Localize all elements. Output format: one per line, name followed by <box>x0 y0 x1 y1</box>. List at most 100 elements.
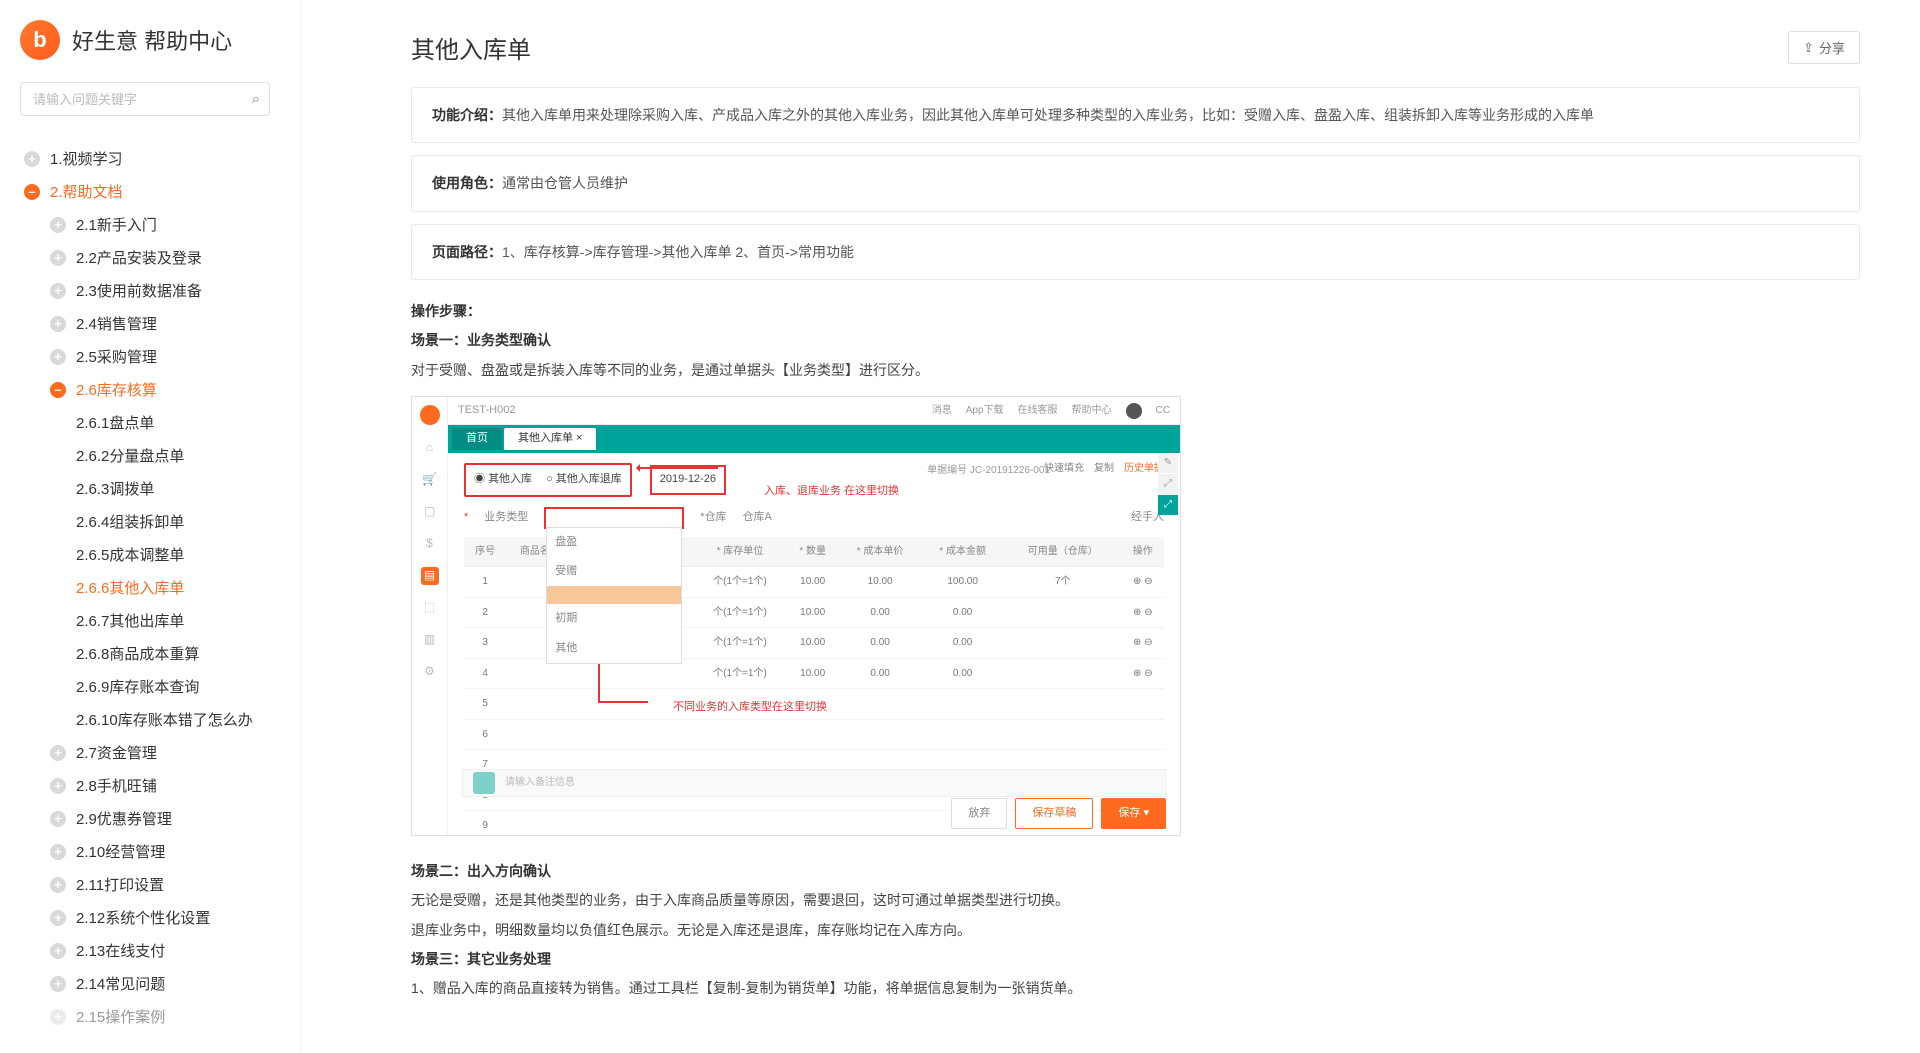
plus-icon: + <box>50 976 66 992</box>
radio-group: ◉ 其他入库 ○ 其他入库退库 <box>464 463 632 496</box>
cart-icon: 🛒 <box>421 471 439 489</box>
share-button[interactable]: ⇪分享 <box>1788 31 1860 64</box>
plus-icon: + <box>50 745 66 761</box>
nav-2-15[interactable]: +2.15操作案例 <box>20 1000 280 1033</box>
shot-tab-current: 其他入库单 × <box>504 428 596 450</box>
biz-type-select: 盘盈 受赠 初期 其他 <box>544 507 684 529</box>
dropdown-panel: 盘盈 受赠 初期 其他 <box>546 527 682 665</box>
chart-icon: ▥ <box>421 631 439 649</box>
table-row: 6 <box>464 719 1164 750</box>
gear-icon: ⚙ <box>421 663 439 681</box>
dollar-icon: $ <box>421 535 439 553</box>
nav-2-6-9[interactable]: 2.6.9库存账本查询 <box>20 670 280 703</box>
nav-l1-docs[interactable]: –2.帮助文档 <box>20 175 280 208</box>
nav-2-6-2[interactable]: 2.6.2分量盘点单 <box>20 439 280 472</box>
scene3-title: 场景三：其它业务处理 <box>411 951 551 967</box>
content-body: 操作步骤： 场景一：业务类型确认 对于受赠、盘盈或是拆装入库等不同的业务，是通过… <box>411 298 1860 1002</box>
nav-2-6[interactable]: –2.6库存核算 <box>20 373 280 406</box>
minus-icon: – <box>50 382 66 398</box>
btn-draft: 保存草稿 <box>1015 798 1093 829</box>
memo-icon <box>473 772 495 794</box>
logo-row: b 好生意 帮助中心 <box>20 20 300 60</box>
shot-logo-icon <box>420 405 440 425</box>
plus-icon: + <box>50 943 66 959</box>
nav-l1-video[interactable]: +1.视频学习 <box>20 142 280 175</box>
nav-2-7[interactable]: +2.7资金管理 <box>20 736 280 769</box>
avatar-icon <box>1126 403 1142 419</box>
shot-top-right: 消息 App下载 在线客服 帮助中心 CC <box>932 401 1170 421</box>
plus-icon: + <box>50 844 66 860</box>
nav-2-11[interactable]: +2.11打印设置 <box>20 868 280 901</box>
nav-2-4[interactable]: +2.4销售管理 <box>20 307 280 340</box>
shot-title: TEST-H002 <box>458 400 515 421</box>
nav-2-10[interactable]: +2.10经营管理 <box>20 835 280 868</box>
btn-save: 保存 ▾ <box>1101 798 1166 829</box>
nav-tree: +1.视频学习 –2.帮助文档 +2.1新手入门 +2.2产品安装及登录 +2.… <box>20 142 300 1033</box>
plus-icon: + <box>50 316 66 332</box>
nav-2-6-1[interactable]: 2.6.1盘点单 <box>20 406 280 439</box>
tool-icon: ✎ <box>1158 453 1178 473</box>
btn-cancel: 放弃 <box>951 798 1007 829</box>
card-path: 页面路径：1、库存核算->库存管理->其他入库单 2、首页->常用功能 <box>411 224 1860 280</box>
radio-out: ○ 其他入库退库 <box>546 469 622 490</box>
plus-icon: + <box>50 1009 66 1025</box>
card-role: 使用角色：通常由仓管人员维护 <box>411 155 1860 211</box>
plus-icon: + <box>50 910 66 926</box>
main-content: 其他入库单 ⇪分享 功能介绍：其他入库单用来处理除采购入库、产成品入库之外的其他… <box>300 0 1920 1053</box>
shot-tab-home: 首页 <box>452 428 502 450</box>
radio-in: ◉ 其他入库 <box>474 469 532 490</box>
search-icon[interactable]: ⌕ <box>252 91 260 108</box>
nav-2-13[interactable]: +2.13在线支付 <box>20 934 280 967</box>
memo-row: 请输入备注信息 <box>462 769 1166 797</box>
scene1-title: 场景一：业务类型确认 <box>411 332 551 348</box>
shot-action-buttons: 放弃 保存草稿 保存 ▾ <box>951 798 1166 829</box>
shot-app: App下载 <box>966 401 1004 421</box>
shot-tabs: 首页 其他入库单 × <box>412 425 1180 453</box>
plus-icon: + <box>50 283 66 299</box>
logo-icon: b <box>20 20 60 60</box>
search-input[interactable] <box>20 82 270 116</box>
shot-user: CC <box>1156 401 1170 421</box>
tool-icon: ⤢ <box>1158 495 1178 515</box>
scene2-title: 场景二：出入方向确认 <box>411 863 551 879</box>
nav-2-3[interactable]: +2.3使用前数据准备 <box>20 274 280 307</box>
nav-2-8[interactable]: +2.8手机旺铺 <box>20 769 280 802</box>
bag-icon: ⬚ <box>421 599 439 617</box>
plus-icon: + <box>50 811 66 827</box>
tool-icon: ⤢ <box>1158 474 1178 494</box>
plus-icon: + <box>50 877 66 893</box>
box-icon: ▢ <box>421 503 439 521</box>
scene3-p1: 1、赠品入库的商品直接转为销售。通过工具栏【复制-复制为销货单】功能，将单据信息… <box>411 975 1860 1002</box>
nav-2-12[interactable]: +2.12系统个性化设置 <box>20 901 280 934</box>
shot-cs: 在线客服 <box>1018 401 1058 421</box>
share-icon: ⇪ <box>1803 40 1814 56</box>
arrow-icon <box>638 467 718 469</box>
search-box: ⌕ <box>20 82 270 116</box>
stock-icon: ▤ <box>421 567 439 585</box>
plus-icon: + <box>50 778 66 794</box>
nav-2-2[interactable]: +2.2产品安装及登录 <box>20 241 280 274</box>
red-annotation-1: 入库、退库业务 在这里切换 <box>764 481 899 502</box>
scene2-p2: 退库业务中，明细数量均以负值红色展示。无论是入库还是退库，库存账均记在入库方向。 <box>411 917 1860 944</box>
nav-2-6-8[interactable]: 2.6.8商品成本重算 <box>20 637 280 670</box>
nav-2-14[interactable]: +2.14常见问题 <box>20 967 280 1000</box>
nav-2-6-5[interactable]: 2.6.5成本调整单 <box>20 538 280 571</box>
shot-right-tools: ✎ ⤢ ⤢ <box>1158 453 1180 515</box>
plus-icon: + <box>50 250 66 266</box>
nav-2-6-3[interactable]: 2.6.3调拨单 <box>20 472 280 505</box>
nav-2-6-4[interactable]: 2.6.4组装拆卸单 <box>20 505 280 538</box>
nav-2-1[interactable]: +2.1新手入门 <box>20 208 280 241</box>
shot-sidebar: ⌂ 🛒 ▢ $ ▤ ⬚ ▥ ⚙ <box>412 397 448 835</box>
minus-icon: – <box>24 184 40 200</box>
nav-2-5[interactable]: +2.5采购管理 <box>20 340 280 373</box>
scene1-text: 对于受赠、盘盈或是拆装入库等不同的业务，是通过单据头【业务类型】进行区分。 <box>411 357 1860 384</box>
screenshot-embed: ⌂ 🛒 ▢ $ ▤ ⬚ ▥ ⚙ TEST-H002 消息 App下载 在线客服 … <box>411 396 1181 836</box>
red-annotation-2: 不同业务的入库类型在这里切换 <box>673 697 827 718</box>
nav-2-9[interactable]: +2.9优惠券管理 <box>20 802 280 835</box>
date-field: 2019-12-26 <box>650 465 726 494</box>
nav-2-6-6[interactable]: 2.6.6其他入库单 <box>20 571 280 604</box>
nav-2-6-10[interactable]: 2.6.10库存账本错了怎么办 <box>20 703 280 736</box>
plus-icon: + <box>50 217 66 233</box>
nav-2-6-7[interactable]: 2.6.7其他出库单 <box>20 604 280 637</box>
scene2-p1: 无论是受赠，还是其他类型的业务，由于入库商品质量等原因，需要退回，这时可通过单据… <box>411 887 1860 914</box>
